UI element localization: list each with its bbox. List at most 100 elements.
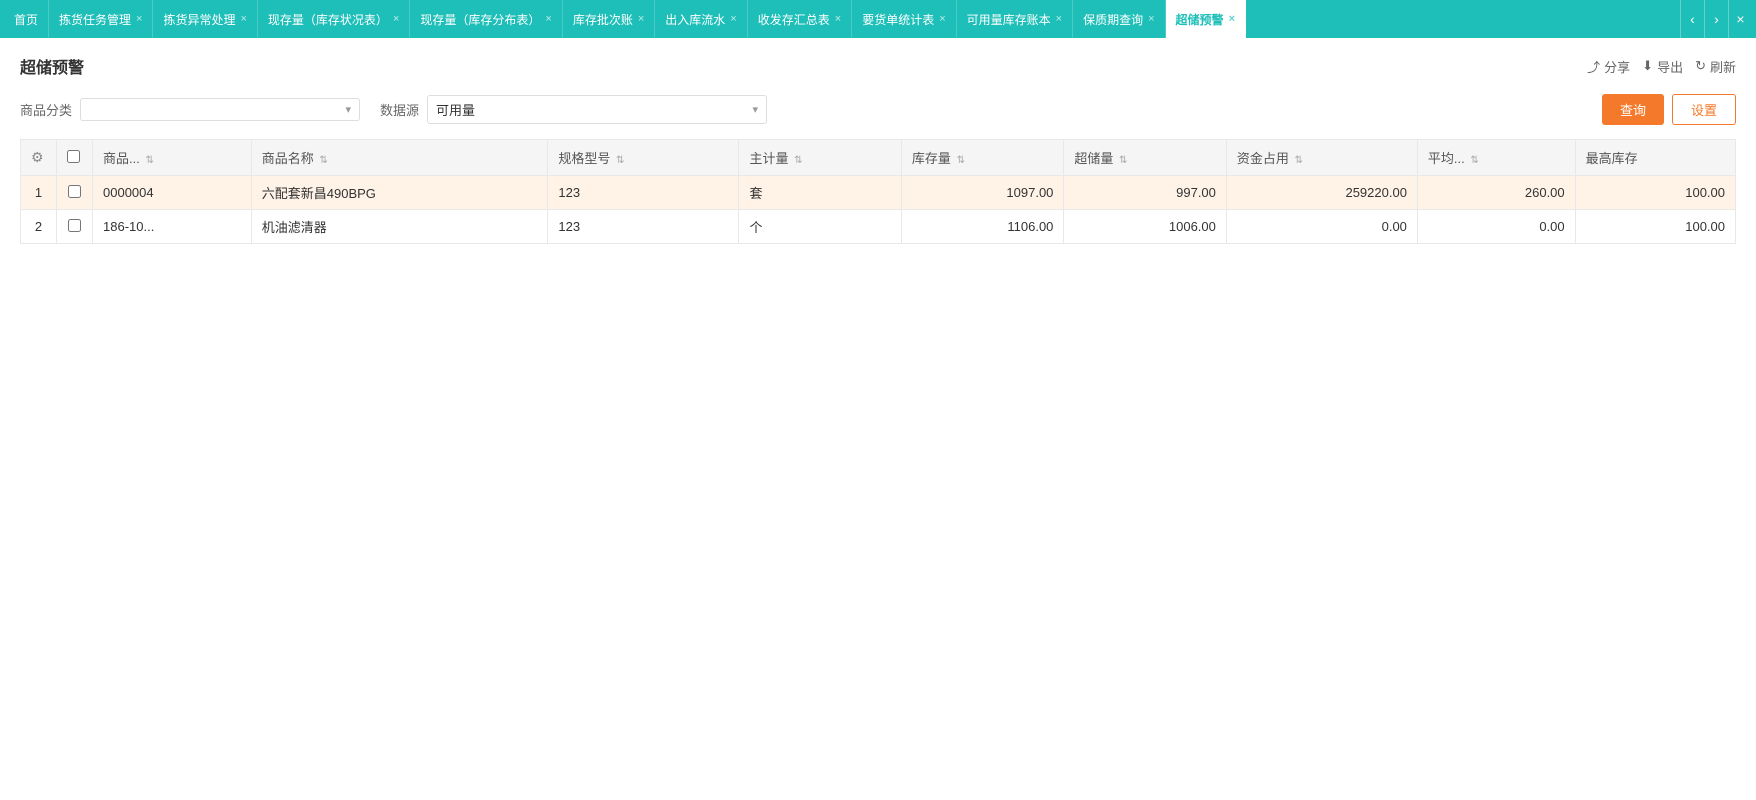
category-filter-item: 商品分类 ▾ <box>20 98 360 121</box>
nav-prev-button[interactable]: ‹ <box>1680 0 1704 38</box>
sort-icon: ⇅ <box>616 155 624 166</box>
th-settings[interactable]: ⚙ <box>21 140 57 176</box>
sort-icon: ⇅ <box>1470 155 1478 166</box>
cell-max-stock: 100.00 <box>1575 210 1735 244</box>
close-icon[interactable]: × <box>730 13 736 25</box>
cell-overstock: 1006.00 <box>1064 210 1226 244</box>
row-checkbox[interactable] <box>68 219 81 232</box>
table-header-row: ⚙ 商品... ⇅ 商品名称 ⇅ 规格型号 ⇅ 主计量 <box>21 140 1736 176</box>
nav-next-button[interactable]: › <box>1704 0 1728 38</box>
close-icon[interactable]: × <box>939 13 945 25</box>
sort-icon: ⇅ <box>794 155 802 166</box>
row-checkbox[interactable] <box>68 185 81 198</box>
sort-icon: ⇅ <box>145 155 153 166</box>
cell-capital: 0.00 <box>1226 210 1417 244</box>
header-actions: ⤴ 分享 ⬇ 导出 ↻ 刷新 <box>1587 57 1736 76</box>
sort-icon: ⇅ <box>957 155 965 166</box>
share-button[interactable]: ⤴ 分享 <box>1587 57 1630 76</box>
cell-product-name: 机油滤清器 <box>251 210 548 244</box>
cell-max-stock: 100.00 <box>1575 176 1735 210</box>
cell-avg: 0.00 <box>1417 210 1575 244</box>
nav-tab-batch-account[interactable]: 库存批次账 × <box>563 0 655 38</box>
export-button[interactable]: ⬇ 导出 <box>1642 57 1683 76</box>
nav-tab-overstock[interactable]: 超储预警 × <box>1166 0 1246 38</box>
th-stock[interactable]: 库存量 ⇅ <box>901 140 1063 176</box>
refresh-button[interactable]: ↻ 刷新 <box>1695 57 1736 76</box>
sort-icon: ⇅ <box>1119 155 1127 166</box>
nav-close-button[interactable]: × <box>1728 0 1752 38</box>
share-icon: ⤴ <box>1587 57 1600 76</box>
close-icon[interactable]: × <box>393 13 399 25</box>
nav-tab-order-stats[interactable]: 要货单统计表 × <box>852 0 956 38</box>
sort-icon: ⇅ <box>1295 155 1303 166</box>
close-icon[interactable]: × <box>1229 13 1235 25</box>
close-icon[interactable]: × <box>1148 13 1154 25</box>
nav-tab-inout-flow[interactable]: 出入库流水 × <box>655 0 747 38</box>
cell-overstock: 997.00 <box>1064 176 1226 210</box>
settings-button[interactable]: 设置 <box>1672 94 1736 125</box>
select-all-checkbox[interactable] <box>67 150 80 163</box>
close-icon[interactable]: × <box>835 13 841 25</box>
cell-stock: 1097.00 <box>901 176 1063 210</box>
datasource-value: 可用量 <box>436 100 475 119</box>
sort-icon: ⇅ <box>319 155 327 166</box>
cell-product-name: 六配套新昌490BPG <box>251 176 548 210</box>
nav-tab-inventory-status[interactable]: 现存量（库存状况表） × <box>258 0 410 38</box>
cell-unit: 套 <box>739 176 901 210</box>
table-row: 2 186-10... 机油滤清器 123 个 1106.00 1006.00 … <box>21 210 1736 244</box>
chevron-down-icon: ▾ <box>345 103 351 116</box>
category-select[interactable]: ▾ <box>80 98 360 121</box>
th-spec[interactable]: 规格型号 ⇅ <box>548 140 739 176</box>
cell-product-code: 186-10... <box>93 210 252 244</box>
category-label: 商品分类 <box>20 100 72 119</box>
table-row: 1 0000004 六配套新昌490BPG 123 套 1097.00 997.… <box>21 176 1736 210</box>
cell-avg: 260.00 <box>1417 176 1575 210</box>
row-number: 2 <box>21 210 57 244</box>
close-icon[interactable]: × <box>1056 13 1062 25</box>
th-product-code[interactable]: 商品... ⇅ <box>93 140 252 176</box>
export-icon: ⬇ <box>1642 58 1653 74</box>
cell-spec: 123 <box>548 176 739 210</box>
th-unit[interactable]: 主计量 ⇅ <box>739 140 901 176</box>
th-capital[interactable]: 资金占用 ⇅ <box>1226 140 1417 176</box>
row-number: 1 <box>21 176 57 210</box>
chevron-down-icon: ▾ <box>753 103 759 116</box>
filter-actions: 查询 设置 <box>1602 94 1736 125</box>
row-checkbox-cell[interactable] <box>57 210 93 244</box>
nav-tab-inventory-dist[interactable]: 现存量（库存分布表） × <box>410 0 562 38</box>
nav-tab-available-account[interactable]: 可用量库存账本 × <box>957 0 1073 38</box>
nav-tab-picking-task[interactable]: 拣货任务管理 × <box>49 0 153 38</box>
page-content: 超储预警 ⤴ 分享 ⬇ 导出 ↻ 刷新 商品分类 ▾ 数据源 <box>0 38 1756 260</box>
top-nav: 首页 拣货任务管理 × 拣货异常处理 × 现存量（库存状况表） × 现存量（库存… <box>0 0 1756 38</box>
refresh-icon: ↻ <box>1695 58 1706 74</box>
datasource-label: 数据源 <box>380 100 419 119</box>
close-icon[interactable]: × <box>545 13 551 25</box>
cell-capital: 259220.00 <box>1226 176 1417 210</box>
filter-row: 商品分类 ▾ 数据源 可用量 ▾ 查询 设置 <box>20 94 1736 125</box>
gear-icon[interactable]: ⚙ <box>31 149 44 165</box>
row-checkbox-cell[interactable] <box>57 176 93 210</box>
close-icon[interactable]: × <box>136 13 142 25</box>
cell-stock: 1106.00 <box>901 210 1063 244</box>
cell-spec: 123 <box>548 210 739 244</box>
th-overstock[interactable]: 超储量 ⇅ <box>1064 140 1226 176</box>
page-header: 超储预警 ⤴ 分享 ⬇ 导出 ↻ 刷新 <box>20 54 1736 78</box>
close-icon[interactable]: × <box>240 13 246 25</box>
query-button[interactable]: 查询 <box>1602 94 1664 125</box>
cell-product-code: 0000004 <box>93 176 252 210</box>
cell-unit: 个 <box>739 210 901 244</box>
nav-tab-picking-exception[interactable]: 拣货异常处理 × <box>153 0 257 38</box>
nav-tab-summary[interactable]: 收发存汇总表 × <box>748 0 852 38</box>
datasource-select[interactable]: 可用量 ▾ <box>427 95 767 124</box>
page-title: 超储预警 <box>20 54 84 78</box>
th-max-stock: 最高库存 <box>1575 140 1735 176</box>
nav-tab-shelf-life[interactable]: 保质期查询 × <box>1073 0 1165 38</box>
close-icon[interactable]: × <box>638 13 644 25</box>
nav-tab-home[interactable]: 首页 <box>4 0 49 38</box>
data-table: ⚙ 商品... ⇅ 商品名称 ⇅ 规格型号 ⇅ 主计量 <box>20 139 1736 244</box>
nav-arrows: ‹ › × <box>1680 0 1752 38</box>
th-checkbox[interactable] <box>57 140 93 176</box>
th-product-name[interactable]: 商品名称 ⇅ <box>251 140 548 176</box>
th-avg[interactable]: 平均... ⇅ <box>1417 140 1575 176</box>
datasource-filter-item: 数据源 可用量 ▾ <box>380 95 767 124</box>
